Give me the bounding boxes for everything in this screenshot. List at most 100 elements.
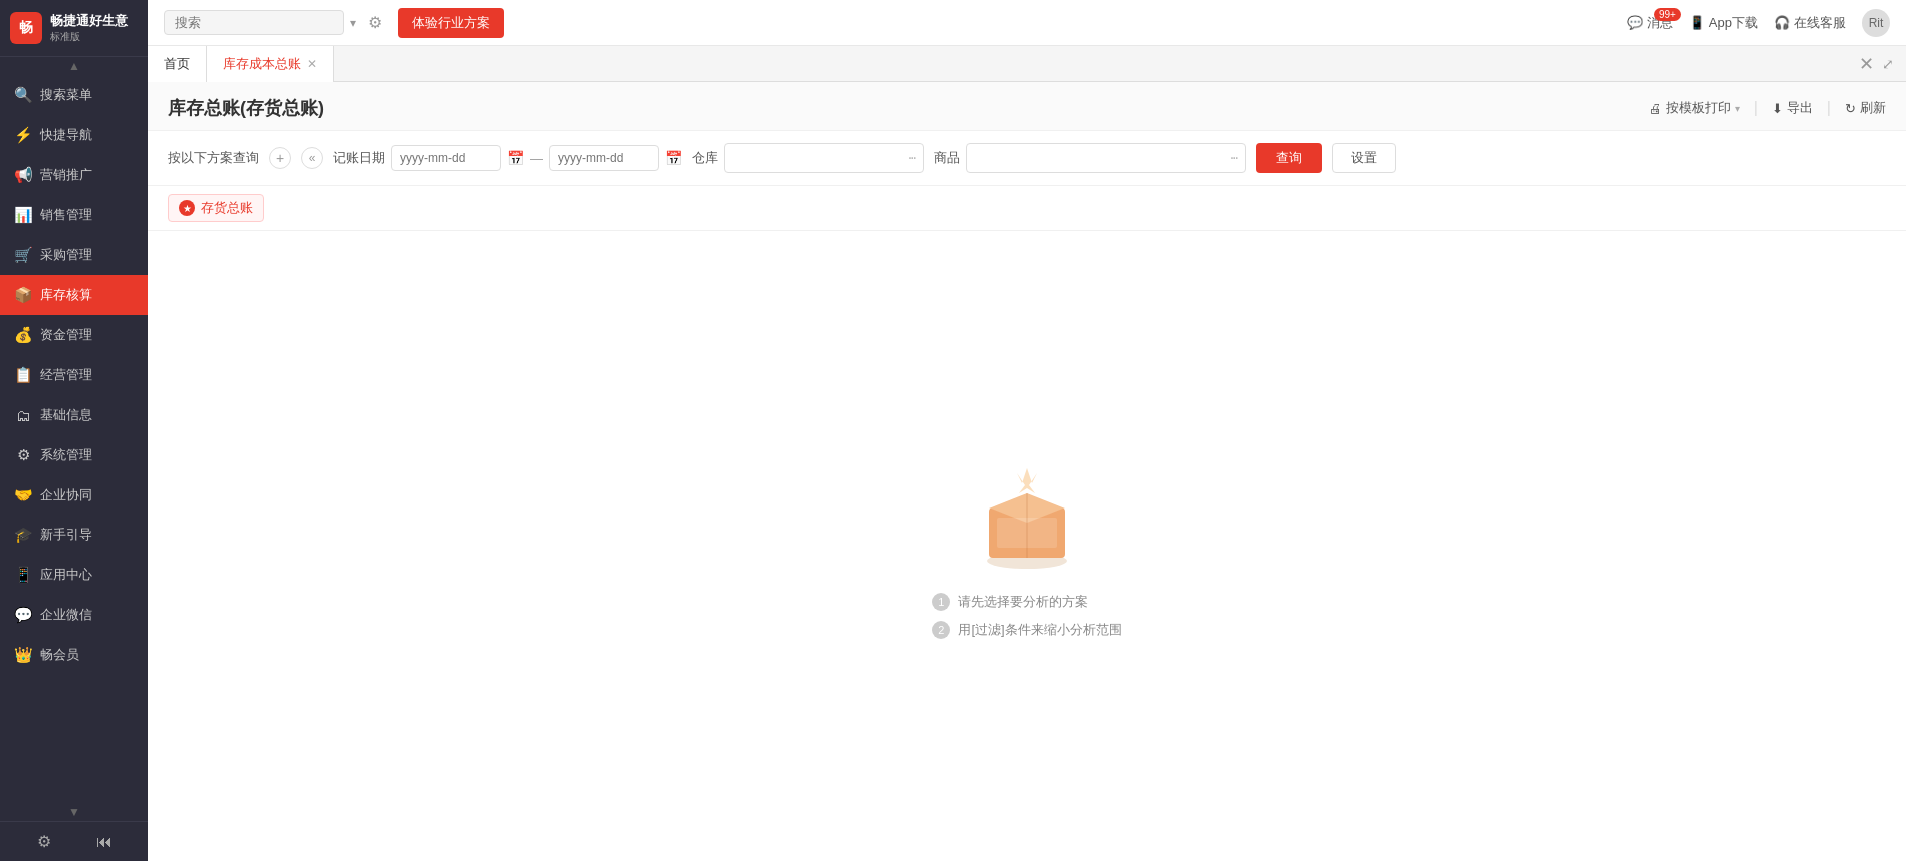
hint-num-1: 1: [932, 593, 950, 611]
refresh-icon: ↻: [1845, 101, 1856, 116]
date-start-calendar-icon[interactable]: 📅: [507, 150, 524, 166]
settings-bottom-icon[interactable]: ⚙: [37, 832, 51, 851]
sidebar-item-label-member: 畅会员: [40, 646, 79, 664]
topbar-dropdown-arrow[interactable]: ▾: [350, 16, 356, 30]
sidebar-item-label-marketing: 营销推广: [40, 166, 92, 184]
app-download-icon: 📱: [1689, 15, 1705, 30]
enterprise-icon: 🤝: [14, 486, 32, 504]
sidebar-item-sales[interactable]: 📊 销售管理: [0, 195, 148, 235]
goods-field-label: 商品: [934, 149, 960, 167]
scroll-up-arrow[interactable]: ▲: [68, 59, 80, 73]
sidebar-item-member[interactable]: 👑 畅会员: [0, 635, 148, 675]
tag-icon: ★: [179, 200, 195, 216]
user-area[interactable]: Rit: [1862, 9, 1890, 37]
messages-button[interactable]: 💬 消息 99+: [1627, 14, 1673, 32]
collapse-bottom-icon[interactable]: ⏮: [96, 833, 112, 851]
date-end-input[interactable]: [549, 145, 659, 171]
sidebar-item-basic-info[interactable]: 🗂 基础信息: [0, 395, 148, 435]
refresh-label: 刷新: [1860, 99, 1886, 117]
sidebar-logo: 畅 畅捷通好生意 标准版: [0, 0, 148, 57]
sidebar-item-finance[interactable]: 💰 资金管理: [0, 315, 148, 355]
sidebar-item-purchase[interactable]: 🛒 采购管理: [0, 235, 148, 275]
sidebar-item-label-basic-info: 基础信息: [40, 406, 92, 424]
scroll-down-arrow[interactable]: ▼: [68, 805, 80, 819]
sub-filter-tag[interactable]: ★ 存货总账: [168, 194, 264, 222]
sidebar-item-wechat[interactable]: 💬 企业微信: [0, 595, 148, 635]
sidebar-item-enterprise[interactable]: 🤝 企业协同: [0, 475, 148, 515]
refresh-button[interactable]: ↻ 刷新: [1845, 99, 1886, 117]
empty-hint-2: 2 用[过滤]条件来缩小分析范围: [932, 621, 1121, 639]
export-label: 导出: [1787, 99, 1813, 117]
sidebar-item-operations[interactable]: 📋 经营管理: [0, 355, 148, 395]
guide-icon: 🎓: [14, 526, 32, 544]
system-icon: ⚙: [14, 446, 32, 464]
sidebar-item-quick-nav[interactable]: ⚡ 快捷导航: [0, 115, 148, 155]
empty-illustration: [967, 453, 1087, 573]
sidebar: 畅 畅捷通好生意 标准版 ▲ 🔍 搜索菜单 ⚡ 快捷导航 📢 营销推广 📊 销售…: [0, 0, 148, 861]
sidebar-bottom: ⚙ ⏮: [0, 821, 148, 861]
panel-close-button[interactable]: ✕: [1859, 53, 1874, 75]
empty-hints: 1 请先选择要分析的方案 2 用[过滤]条件来缩小分析范围: [932, 593, 1121, 639]
tab-close-icon[interactable]: ✕: [307, 57, 317, 71]
member-icon: 👑: [14, 646, 32, 664]
sidebar-item-inventory[interactable]: 📦 库存核算: [0, 275, 148, 315]
topbar-search-input[interactable]: [164, 10, 344, 35]
sidebar-item-marketing[interactable]: 📢 营销推广: [0, 155, 148, 195]
sidebar-item-system[interactable]: ⚙ 系统管理: [0, 435, 148, 475]
sidebar-item-label-quick-nav: 快捷导航: [40, 126, 92, 144]
sub-filter-tag-label: 存货总账: [201, 199, 253, 217]
action-divider-1: |: [1754, 99, 1758, 117]
sidebar-item-app-center[interactable]: 📱 应用中心: [0, 555, 148, 595]
topbar-gear-icon[interactable]: ⚙: [368, 13, 382, 32]
purchase-icon: 🛒: [14, 246, 32, 264]
empty-state: 1 请先选择要分析的方案 2 用[过滤]条件来缩小分析范围: [148, 231, 1906, 861]
sidebar-item-label-finance: 资金管理: [40, 326, 92, 344]
print-icon: 🖨: [1649, 101, 1662, 116]
sidebar-item-search[interactable]: 🔍 搜索菜单: [0, 75, 148, 115]
sidebar-item-label-sales: 销售管理: [40, 206, 92, 224]
action-divider-2: |: [1827, 99, 1831, 117]
setting-button[interactable]: 设置: [1332, 143, 1396, 173]
sidebar-item-guide[interactable]: 🎓 新手引导: [0, 515, 148, 555]
date-field-label: 记账日期: [333, 149, 385, 167]
inventory-icon: 📦: [14, 286, 32, 304]
filter-add-button[interactable]: +: [269, 147, 291, 169]
sidebar-item-label-enterprise: 企业协同: [40, 486, 92, 504]
hint-num-2: 2: [932, 621, 950, 639]
tabbar-right: ✕ ⤢: [1859, 53, 1906, 75]
wechat-icon: 💬: [14, 606, 32, 624]
print-arrow: ▾: [1735, 103, 1740, 114]
filter-collapse-button[interactable]: «: [301, 147, 323, 169]
page-header-actions: 🖨 按模板打印 ▾ | ⬇ 导出 | ↻ 刷新: [1649, 99, 1886, 117]
sub-filter-row: ★ 存货总账: [148, 186, 1906, 231]
query-button[interactable]: 查询: [1256, 143, 1322, 173]
date-end-calendar-icon[interactable]: 📅: [665, 150, 682, 166]
sidebar-item-label-purchase: 采购管理: [40, 246, 92, 264]
hint-text-1: 请先选择要分析的方案: [958, 593, 1088, 611]
warehouse-more-icon: ···: [908, 149, 915, 167]
print-button[interactable]: 🖨 按模板打印 ▾: [1649, 99, 1740, 117]
topbar: ▾ ⚙ 体验行业方案 💬 消息 99+ 📱 App下载 🎧 在线客服 Rit: [148, 0, 1906, 46]
tab-inventory-ledger[interactable]: 库存成本总账 ✕: [207, 46, 334, 82]
date-start-input[interactable]: [391, 145, 501, 171]
industry-solution-button[interactable]: 体验行业方案: [398, 8, 504, 38]
warehouse-select[interactable]: ···: [724, 143, 924, 173]
sidebar-item-label-search: 搜索菜单: [40, 86, 92, 104]
sidebar-item-label-system: 系统管理: [40, 446, 92, 464]
goods-select[interactable]: ···: [966, 143, 1246, 173]
export-button[interactable]: ⬇ 导出: [1772, 99, 1813, 117]
hint-text-2: 用[过滤]条件来缩小分析范围: [958, 621, 1121, 639]
tabbar: 首页 库存成本总账 ✕ ✕ ⤢: [148, 46, 1906, 82]
export-icon: ⬇: [1772, 101, 1783, 116]
panel-expand-button[interactable]: ⤢: [1882, 56, 1894, 72]
tab-home[interactable]: 首页: [148, 46, 207, 82]
app-download-button[interactable]: 📱 App下载: [1689, 14, 1758, 32]
message-icon: 💬: [1627, 15, 1643, 30]
page-header: 库存总账(存货总账) 🖨 按模板打印 ▾ | ⬇ 导出 | ↻: [148, 82, 1906, 131]
date-range-dash: —: [530, 151, 543, 166]
online-service-button[interactable]: 🎧 在线客服: [1774, 14, 1846, 32]
page-panel: 库存总账(存货总账) 🖨 按模板打印 ▾ | ⬇ 导出 | ↻: [148, 82, 1906, 861]
goods-filter-group: 商品 ···: [934, 143, 1246, 173]
page-title: 库存总账(存货总账): [168, 96, 324, 120]
sidebar-item-label-guide: 新手引导: [40, 526, 92, 544]
